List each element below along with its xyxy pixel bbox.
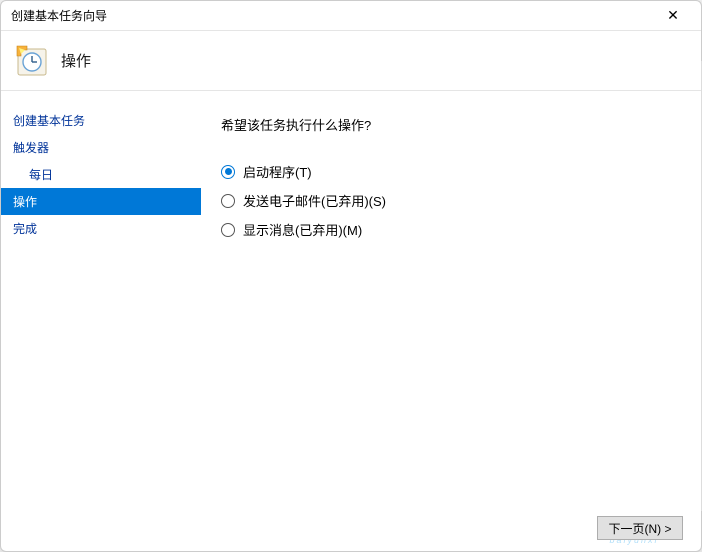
- action-radio-group: 启动程序(T) 发送电子邮件(已弃用)(S) 显示消息(已弃用)(M): [221, 162, 681, 239]
- sidebar-item-0[interactable]: 创建基本任务: [1, 107, 201, 134]
- sidebar-item-label: 完成: [13, 222, 37, 236]
- close-icon: ✕: [667, 7, 679, 24]
- sidebar-item-1[interactable]: 触发器: [1, 134, 201, 161]
- page-title: 操作: [61, 50, 91, 71]
- sidebar-item-label: 触发器: [13, 141, 49, 155]
- close-button[interactable]: ✕: [653, 2, 693, 30]
- action-option-1[interactable]: 发送电子邮件(已弃用)(S): [221, 191, 681, 210]
- action-option-label: 显示消息(已弃用)(M): [243, 220, 362, 239]
- next-button[interactable]: 下一页(N) >: [597, 516, 683, 540]
- sidebar-item-label: 创建基本任务: [13, 114, 85, 128]
- action-option-label: 发送电子邮件(已弃用)(S): [243, 191, 386, 210]
- action-question: 希望该任务执行什么操作?: [221, 115, 681, 134]
- wizard-content: 希望该任务执行什么操作? 启动程序(T) 发送电子邮件(已弃用)(S) 显示消息(已…: [201, 91, 701, 505]
- titlebar: 创建基本任务向导 ✕: [1, 1, 701, 31]
- action-option-2[interactable]: 显示消息(已弃用)(M): [221, 220, 681, 239]
- radio-icon: [221, 223, 235, 237]
- sidebar-item-3[interactable]: 操作: [1, 188, 201, 215]
- radio-icon: [221, 165, 235, 179]
- wizard-header: 操作: [1, 31, 701, 91]
- sidebar-item-label: 操作: [13, 195, 37, 209]
- window-title: 创建基本任务向导: [11, 7, 653, 24]
- sidebar-item-2[interactable]: 每日: [1, 161, 201, 188]
- sidebar-item-4[interactable]: 完成: [1, 215, 201, 242]
- action-option-0[interactable]: 启动程序(T): [221, 162, 681, 181]
- wizard-window: 创建基本任务向导 ✕ 操作 创建基本任务触发器每日操作完成 希望该任务执行什么操…: [0, 0, 702, 552]
- sidebar-item-label: 每日: [29, 168, 53, 182]
- wizard-body: 创建基本任务触发器每日操作完成 希望该任务执行什么操作? 启动程序(T) 发送电子…: [1, 91, 701, 505]
- clock-new-icon: [15, 44, 49, 78]
- wizard-sidebar: 创建基本任务触发器每日操作完成: [1, 91, 201, 505]
- action-option-label: 启动程序(T): [243, 162, 312, 181]
- radio-icon: [221, 194, 235, 208]
- wizard-footer: 云 键重 baiyunxi 下一页(N) >: [1, 505, 701, 551]
